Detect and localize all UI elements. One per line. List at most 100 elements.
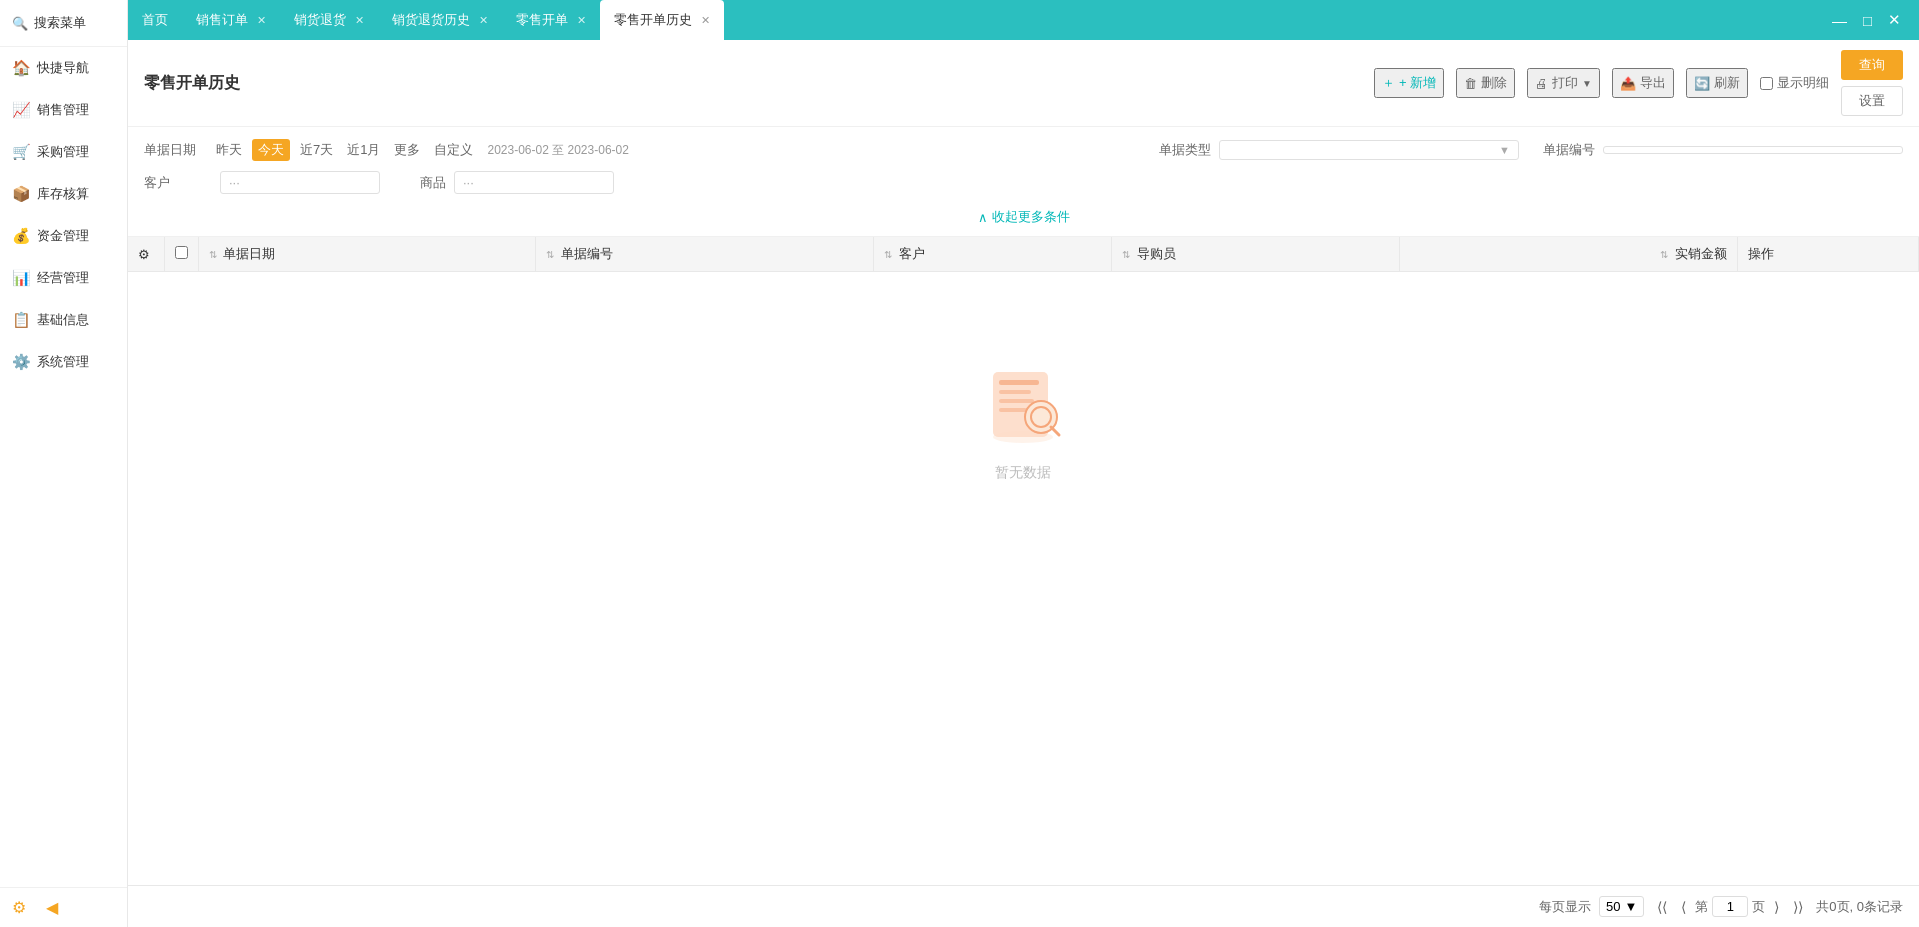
footer: 每页显示 50 ▼ ⟨⟨ ⟨ 第 页 ⟩ ⟩⟩ 共0页, 0条记录 bbox=[128, 885, 1919, 927]
export-button[interactable]: 📤 导出 bbox=[1612, 68, 1674, 98]
window-controls: — □ ✕ bbox=[1828, 11, 1919, 29]
sales-icon: 📈 bbox=[12, 101, 31, 119]
tab-sales-return[interactable]: 销货退货 ✕ bbox=[280, 0, 378, 40]
sidebar-item-sys-mgmt[interactable]: ⚙️ 系统管理 bbox=[0, 341, 127, 383]
add-button[interactable]: ＋ + 新增 bbox=[1374, 68, 1444, 98]
empty-state: 暂无数据 bbox=[128, 272, 1919, 562]
date-opt-7days[interactable]: 近7天 bbox=[296, 139, 337, 161]
tab-sales-order[interactable]: 销售订单 ✕ bbox=[182, 0, 280, 40]
first-page-button[interactable]: ⟨⟨ bbox=[1652, 897, 1672, 917]
col-check[interactable] bbox=[164, 237, 198, 272]
sidebar: 🔍 搜索菜单 🏠 快捷导航 📈 销售管理 🛒 采购管理 📦 库存核算 💰 资金管… bbox=[0, 0, 128, 927]
tab-bar: 首页 销售订单 ✕ 销货退货 ✕ 销货退货历史 ✕ 零售开单 ✕ 零售开单历史 … bbox=[128, 0, 1919, 40]
close-button[interactable]: ✕ bbox=[1884, 11, 1905, 29]
col-date-label: 单据日期 bbox=[223, 246, 275, 261]
date-opt-1month[interactable]: 近1月 bbox=[343, 139, 384, 161]
display-detail-wrap: 显示明细 bbox=[1760, 74, 1829, 92]
date-opt-today[interactable]: 今天 bbox=[252, 139, 290, 161]
settings-bottom-icon[interactable]: ⚙ bbox=[12, 898, 26, 917]
date-label: 单据日期 bbox=[144, 141, 212, 159]
tab-sales-return-history[interactable]: 销货退货历史 ✕ bbox=[378, 0, 502, 40]
page-label: 第 bbox=[1695, 898, 1708, 916]
data-table: ⚙ ⇅ 单据日期 ⇅ 单据编号 bbox=[128, 237, 1919, 562]
sidebar-item-quick-nav[interactable]: 🏠 快捷导航 bbox=[0, 47, 127, 89]
sidebar-search[interactable]: 🔍 搜索菜单 bbox=[0, 0, 127, 47]
per-page-select[interactable]: 50 ▼ bbox=[1599, 896, 1644, 917]
amount-sort-icon[interactable]: ⇅ bbox=[1660, 249, 1668, 260]
per-page-value: 50 bbox=[1606, 899, 1620, 914]
search-icon: 🔍 bbox=[12, 16, 28, 31]
tab-retail-open-label: 零售开单 bbox=[516, 11, 568, 29]
tab-sales-return-history-close[interactable]: ✕ bbox=[479, 14, 488, 27]
delete-button[interactable]: 🗑 删除 bbox=[1456, 68, 1515, 98]
salesperson-sort-icon[interactable]: ⇅ bbox=[1122, 249, 1130, 260]
tab-sales-return-label: 销货退货 bbox=[294, 11, 346, 29]
select-all-checkbox[interactable] bbox=[175, 246, 188, 259]
collapse-button[interactable]: ∧ 收起更多条件 bbox=[978, 204, 1070, 230]
home-icon: 🏠 bbox=[12, 59, 31, 77]
sidebar-item-basic-info[interactable]: 📋 基础信息 bbox=[0, 299, 127, 341]
last-page-button[interactable]: ⟩⟩ bbox=[1788, 897, 1808, 917]
minimize-button[interactable]: — bbox=[1828, 12, 1851, 29]
customer-sort-icon[interactable]: ⇅ bbox=[884, 249, 892, 260]
per-page-arrow-icon: ▼ bbox=[1624, 899, 1637, 914]
collapse-up-icon: ∧ bbox=[978, 210, 988, 225]
sidebar-bottom: ⚙ ◀ bbox=[0, 887, 127, 927]
page-suffix: 页 bbox=[1752, 898, 1765, 916]
table-settings-icon[interactable]: ⚙ bbox=[138, 247, 150, 262]
order-type-select[interactable]: ▼ bbox=[1219, 140, 1519, 160]
sidebar-item-finance[interactable]: 💰 资金管理 bbox=[0, 215, 127, 257]
collapse-sidebar-icon[interactable]: ◀ bbox=[46, 898, 58, 917]
tab-retail-open-close[interactable]: ✕ bbox=[577, 14, 586, 27]
tab-retail-open[interactable]: 零售开单 ✕ bbox=[502, 0, 600, 40]
sidebar-item-purchase-mgmt[interactable]: 🛒 采购管理 bbox=[0, 131, 127, 173]
sidebar-item-label: 快捷导航 bbox=[37, 59, 89, 77]
total-info: 共0页, 0条记录 bbox=[1816, 898, 1903, 916]
tab-sales-return-history-label: 销货退货历史 bbox=[392, 11, 470, 29]
sidebar-search-label: 搜索菜单 bbox=[34, 14, 86, 32]
table-wrap: ⚙ ⇅ 单据日期 ⇅ 单据编号 bbox=[128, 237, 1919, 885]
tab-home[interactable]: 首页 bbox=[128, 0, 182, 40]
settings-button[interactable]: 设置 bbox=[1841, 86, 1903, 116]
date-sort-icon[interactable]: ⇅ bbox=[209, 249, 217, 260]
prev-page-button[interactable]: ⟨ bbox=[1676, 897, 1691, 917]
sidebar-item-label: 库存核算 bbox=[37, 185, 89, 203]
toolbar: ＋ + 新增 🗑 删除 🖨 打印 ▼ 📤 导出 🔄 bbox=[1374, 50, 1903, 116]
goods-input[interactable]: ··· bbox=[454, 171, 614, 194]
date-opt-more[interactable]: 更多 bbox=[390, 139, 424, 161]
tab-sales-order-close[interactable]: ✕ bbox=[257, 14, 266, 27]
finance-icon: 💰 bbox=[12, 227, 31, 245]
maximize-button[interactable]: □ bbox=[1859, 12, 1876, 29]
query-button[interactable]: 查询 bbox=[1841, 50, 1903, 80]
page-number-input[interactable] bbox=[1712, 896, 1748, 917]
display-detail-checkbox[interactable] bbox=[1760, 77, 1773, 90]
order-no-sort-icon[interactable]: ⇅ bbox=[546, 249, 554, 260]
col-salesperson: ⇅ 导购员 bbox=[1112, 237, 1400, 272]
sidebar-item-label: 基础信息 bbox=[37, 311, 89, 329]
date-opt-yesterday[interactable]: 昨天 bbox=[212, 139, 246, 161]
goods-ellipsis: ··· bbox=[463, 175, 474, 190]
col-amount-label: 实销金额 bbox=[1675, 246, 1727, 261]
svg-rect-4 bbox=[999, 399, 1034, 403]
date-opt-custom[interactable]: 自定义 bbox=[430, 139, 477, 161]
col-settings[interactable]: ⚙ bbox=[128, 237, 164, 272]
print-button[interactable]: 🖨 打印 ▼ bbox=[1527, 68, 1600, 98]
order-number-input[interactable] bbox=[1603, 146, 1903, 154]
sidebar-item-sales-mgmt[interactable]: 📈 销售管理 bbox=[0, 89, 127, 131]
sidebar-item-operations[interactable]: 📊 经营管理 bbox=[0, 257, 127, 299]
tab-sales-return-close[interactable]: ✕ bbox=[355, 14, 364, 27]
col-actions-label: 操作 bbox=[1748, 246, 1774, 261]
tab-retail-open-history[interactable]: 零售开单历史 ✕ bbox=[600, 0, 724, 40]
export-icon: 📤 bbox=[1620, 76, 1636, 91]
tab-retail-open-history-close[interactable]: ✕ bbox=[701, 14, 710, 27]
operations-icon: 📊 bbox=[12, 269, 31, 287]
sidebar-item-label: 销售管理 bbox=[37, 101, 89, 119]
col-order-no: ⇅ 单据编号 bbox=[536, 237, 874, 272]
customer-input[interactable]: ··· bbox=[220, 171, 380, 194]
print-icon: 🖨 bbox=[1535, 76, 1548, 91]
sidebar-item-inventory[interactable]: 📦 库存核算 bbox=[0, 173, 127, 215]
sidebar-item-label: 系统管理 bbox=[37, 353, 89, 371]
refresh-button[interactable]: 🔄 刷新 bbox=[1686, 68, 1748, 98]
next-page-button[interactable]: ⟩ bbox=[1769, 897, 1784, 917]
query-settings-wrap: 查询 设置 bbox=[1841, 50, 1903, 116]
